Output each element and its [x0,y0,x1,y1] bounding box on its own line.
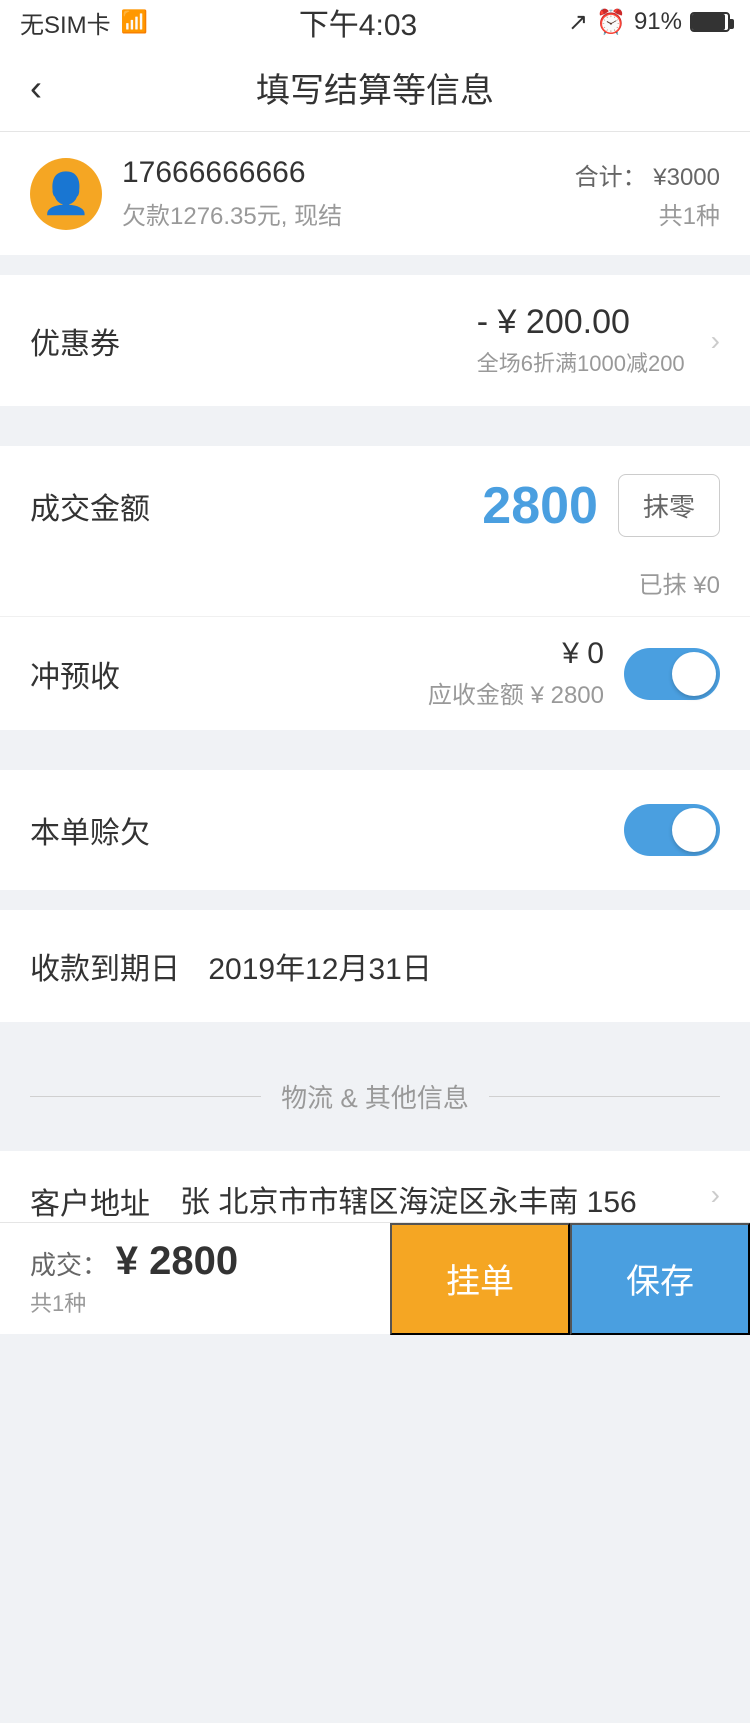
battery-icon [690,12,730,32]
prepay-toggle[interactable] [624,648,720,700]
logistics-label: 物流 & 其他信息 [281,1078,469,1115]
bottom-deal-amount: ¥ 2800 [116,1239,238,1283]
address-label: 客户地址 [30,1179,150,1223]
main-content: 👤 17666666666 欠款1276.35元, 现结 合计： ¥3000 共… [0,132,750,1723]
coupon-label: 优惠券 [30,319,120,363]
prepay-amount: ¥ 0 [428,637,604,671]
wifi-icon: 📶 [121,9,148,35]
due-date-label: 收款到期日 [30,953,180,986]
coupon-right: - ¥ 200.00 全场6折满1000减200 › [477,303,720,378]
deal-amount-row: 成交金额 2800 抹零 [0,446,750,565]
avatar: 👤 [30,158,102,230]
debt-label: 本单赊欠 [30,808,150,852]
deal-amount-right: 2800 抹零 [482,474,720,537]
divider-3 [0,1042,750,1062]
bottom-bar: 成交： ¥ 2800 共1种 挂单 保存 [0,1222,750,1334]
customer-subtext: 欠款1276.35元, 现结 [122,196,342,231]
coupon-discount: - ¥ 200.00 [477,303,685,342]
chevron-right-icon: › [711,325,720,357]
bottom-deal-label-row: 成交： ¥ 2800 [30,1239,360,1284]
bottom-summary: 成交： ¥ 2800 共1种 [0,1239,390,1318]
prepay-right: ¥ 0 应收金额 ¥ 2800 [428,637,720,710]
divider-2 [0,750,750,770]
due-date-row: 收款到期日 2019年12月31日 [0,910,750,1022]
alarm-icon: ⏰ [596,8,626,37]
total-label: 合计： ¥3000 [575,157,720,192]
total-count: 共1种 [575,196,720,231]
status-bar: 无SIM卡 📶 下午4:03 ↗ ⏰ 91% [0,0,750,44]
customer-phone: 17666666666 [122,156,342,190]
avatar-icon: 👤 [41,170,91,217]
no-sim-text: 无SIM卡 [20,5,111,40]
debt-row: 本单赊欠 [0,770,750,890]
hold-button[interactable]: 挂单 [390,1223,570,1335]
prepay-amounts: ¥ 0 应收金额 ¥ 2800 [428,637,604,710]
due-date-section: 收款到期日 2019年12月31日 [0,910,750,1022]
divider-4 [0,1131,750,1151]
back-button[interactable]: ‹ [30,67,42,109]
nav-bar: ‹ 填写结算等信息 [0,44,750,132]
status-right: ↗ ⏰ 91% [568,8,730,37]
logistics-header: 物流 & 其他信息 [0,1062,750,1131]
coupon-desc: 全场6折满1000减200 [477,346,685,378]
deal-amount-label: 成交金额 [30,484,150,528]
page-title: 填写结算等信息 [256,63,494,112]
customer-left: 👤 17666666666 欠款1276.35元, 现结 [30,156,342,231]
total-amount: ¥3000 [653,164,720,191]
deal-amount-section: 成交金额 2800 抹零 已抹 ¥0 冲预收 ¥ 0 应收金额 ¥ 2800 [0,446,750,730]
save-button[interactable]: 保存 [570,1223,750,1335]
prepay-receivable: 应收金额 ¥ 2800 [428,675,604,710]
debt-toggle[interactable] [624,804,720,856]
bottom-deal-label: 成交： [30,1250,108,1280]
deal-amount-number: 2800 [482,476,598,536]
bottom-deal-count: 共1种 [30,1286,360,1318]
coupon-section: 优惠券 - ¥ 200.00 全场6折满1000减200 › [0,275,750,406]
debt-section: 本单赊欠 [0,770,750,890]
coupon-row[interactable]: 优惠券 - ¥ 200.00 全场6折满1000减200 › [0,275,750,406]
bottom-spacer [0,1303,750,1603]
toggle-knob [672,652,716,696]
customer-info: 17666666666 欠款1276.35元, 现结 [122,156,342,231]
prepay-label: 冲预收 [30,652,120,696]
status-left: 无SIM卡 📶 [20,5,148,40]
location-icon: ↗ [568,8,588,37]
debt-toggle-knob [672,808,716,852]
customer-card: 👤 17666666666 欠款1276.35元, 现结 合计： ¥3000 共… [0,132,750,255]
due-date-value: 2019年12月31日 [208,953,431,986]
prepay-row: 冲预收 ¥ 0 应收金额 ¥ 2800 [0,617,750,730]
status-time: 下午4:03 [299,0,417,44]
customer-right: 合计： ¥3000 共1种 [575,157,720,231]
round-off-button[interactable]: 抹零 [618,474,720,537]
divider-1 [0,426,750,446]
battery-percent: 91% [634,8,682,36]
erased-amount: 已抹 ¥0 [0,565,750,616]
address-chevron-icon: › [711,1179,720,1211]
